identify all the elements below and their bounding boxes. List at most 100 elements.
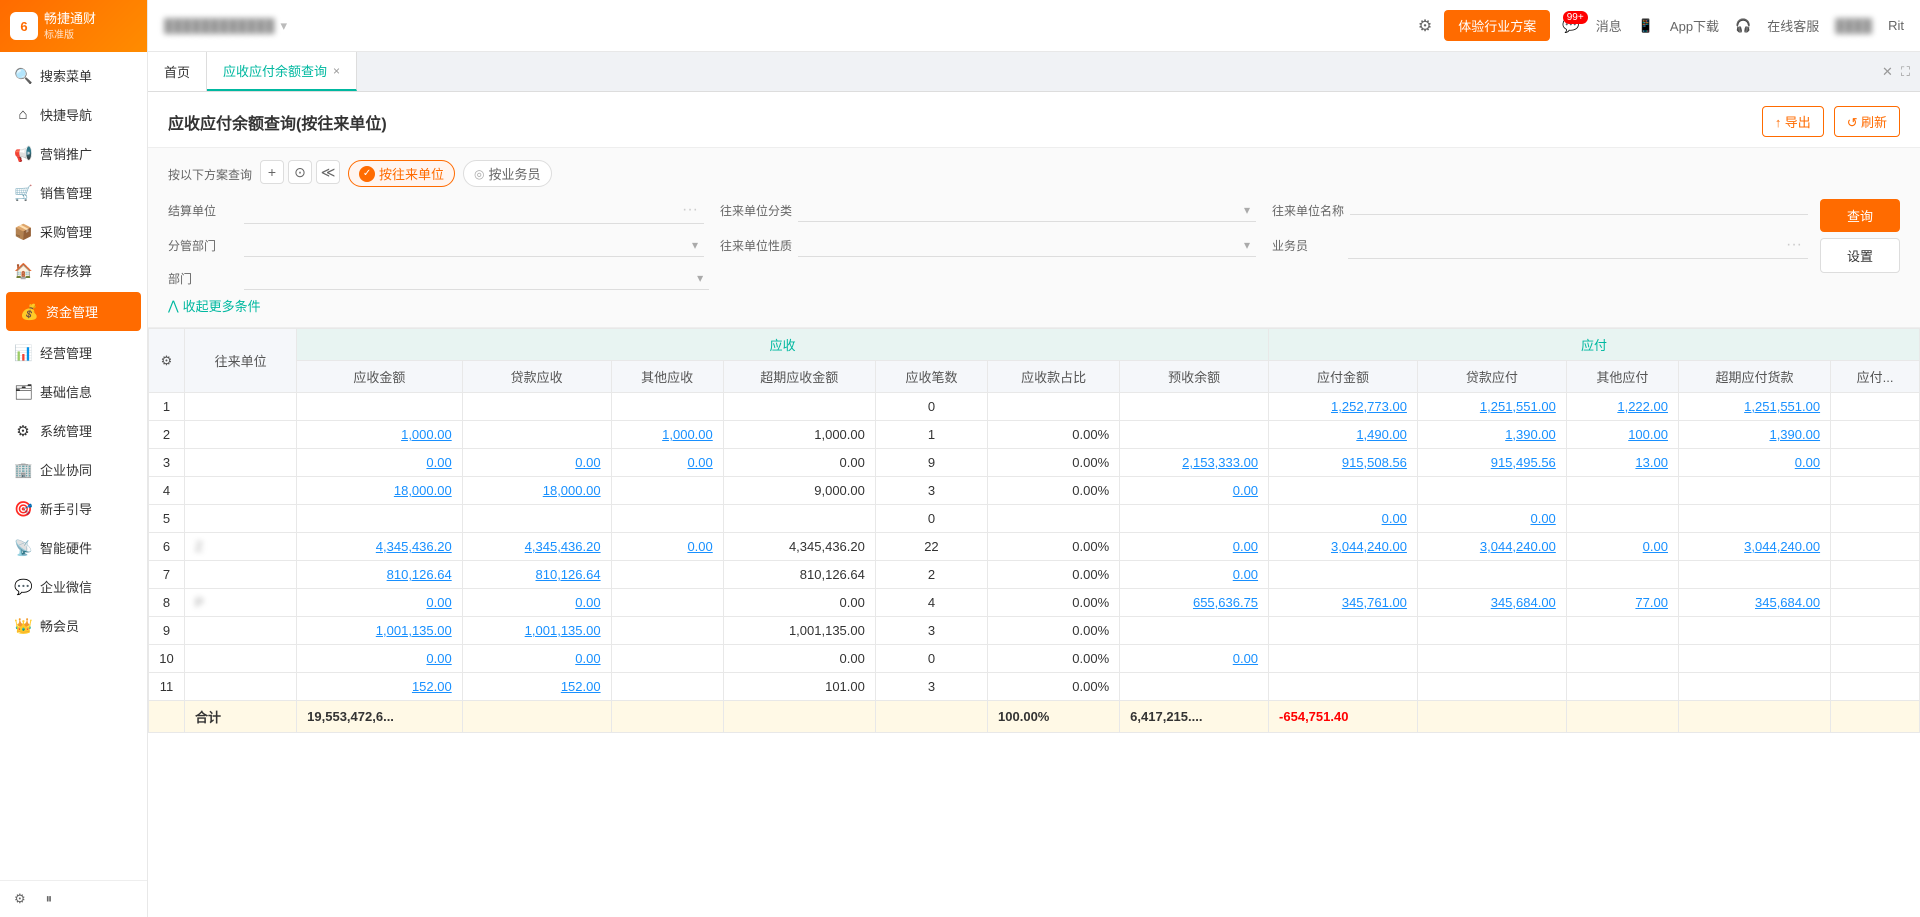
table-cell[interactable] — [1120, 617, 1269, 645]
table-cell[interactable]: 1,001,135.00 — [462, 617, 611, 645]
table-cell[interactable] — [1417, 561, 1566, 589]
table-cell[interactable]: 1,252,773.00 — [1269, 393, 1418, 421]
sidebar-item-operations[interactable]: 📊 经营管理 — [0, 333, 147, 372]
sidebar-item-search[interactable]: 🔍 搜索菜单 — [0, 56, 147, 95]
table-cell[interactable] — [1566, 645, 1678, 673]
table-cell[interactable] — [1269, 617, 1418, 645]
table-cell[interactable]: 100.00 — [1566, 421, 1678, 449]
table-cell[interactable]: 0.00 — [462, 645, 611, 673]
table-cell[interactable]: 915,508.56 — [1269, 449, 1418, 477]
sidebar-item-marketing[interactable]: 📢 营销推广 — [0, 134, 147, 173]
table-cell[interactable] — [1417, 477, 1566, 505]
table-cell[interactable]: 0.00 — [1120, 561, 1269, 589]
sidebar-item-enterprise[interactable]: 🏢 企业协同 — [0, 450, 147, 489]
schema-by-partner[interactable]: ✓ 按往来单位 — [348, 160, 455, 187]
table-cell[interactable]: 0.00 — [297, 645, 463, 673]
table-cell[interactable]: 810,126.64 — [297, 561, 463, 589]
table-cell[interactable]: 0.00 — [297, 449, 463, 477]
table-cell[interactable] — [1120, 673, 1269, 701]
table-cell[interactable] — [462, 393, 611, 421]
table-cell[interactable]: 915,495.56 — [1417, 449, 1566, 477]
tab-close-icon[interactable]: × — [333, 64, 340, 78]
schema-by-salesman[interactable]: ◎ 按业务员 — [463, 160, 552, 187]
tab-arap[interactable]: 应收应付余额查询 × — [207, 52, 357, 91]
table-cell[interactable]: 13.00 — [1566, 449, 1678, 477]
partnercat-input[interactable]: ▾ — [798, 199, 1256, 222]
company-input[interactable]: ··· — [244, 197, 704, 224]
table-cell[interactable]: 1,000.00 — [611, 421, 723, 449]
set-btn[interactable]: 设置 — [1820, 238, 1900, 273]
table-cell[interactable] — [611, 477, 723, 505]
table-cell[interactable]: 0.00 — [611, 449, 723, 477]
close-icon[interactable]: ✕ — [1882, 64, 1893, 80]
table-cell[interactable] — [611, 589, 723, 617]
table-cell[interactable] — [297, 393, 463, 421]
table-cell[interactable] — [462, 505, 611, 533]
dept-input[interactable]: ▾ — [244, 234, 704, 257]
app-download-icon[interactable]: 📱 — [1638, 18, 1654, 34]
table-cell[interactable] — [1678, 617, 1830, 645]
sidebar-item-guide[interactable]: 🎯 新手引导 — [0, 489, 147, 528]
table-cell[interactable] — [1120, 393, 1269, 421]
table-cell[interactable] — [1120, 505, 1269, 533]
table-cell[interactable] — [1417, 645, 1566, 673]
table-cell[interactable]: 1,000.00 — [297, 421, 463, 449]
table-cell[interactable] — [1566, 673, 1678, 701]
table-cell[interactable] — [1269, 673, 1418, 701]
table-cell[interactable]: 1,222.00 — [1566, 393, 1678, 421]
table-cell[interactable]: 152.00 — [297, 673, 463, 701]
salesman-input[interactable]: ··· — [1348, 232, 1808, 259]
table-cell[interactable]: 0.00 — [1120, 533, 1269, 561]
collapse-icon[interactable]: ⏸ — [46, 891, 53, 907]
table-cell[interactable]: 345,761.00 — [1269, 589, 1418, 617]
table-cell[interactable] — [611, 673, 723, 701]
table-cell[interactable]: 0.00 — [1120, 645, 1269, 673]
table-cell[interactable] — [1566, 505, 1678, 533]
sidebar-item-hardware[interactable]: 📡 智能硬件 — [0, 528, 147, 567]
table-cell[interactable]: 0.00 — [611, 533, 723, 561]
table-cell[interactable]: 152.00 — [462, 673, 611, 701]
tab-home[interactable]: 首页 — [148, 52, 207, 91]
table-cell[interactable]: 77.00 — [1566, 589, 1678, 617]
table-cell[interactable]: 3,044,240.00 — [1678, 533, 1830, 561]
solution-btn[interactable]: 体验行业方案 — [1444, 10, 1550, 41]
table-cell[interactable] — [1566, 477, 1678, 505]
table-cell[interactable] — [1678, 477, 1830, 505]
table-cell[interactable] — [1269, 561, 1418, 589]
table-cell[interactable]: 0.00 — [1417, 505, 1566, 533]
table-cell[interactable] — [1269, 645, 1418, 673]
settings-icon[interactable]: ⚙ — [14, 891, 26, 907]
table-cell[interactable]: 0.00 — [297, 589, 463, 617]
table-cell[interactable]: 1,390.00 — [1417, 421, 1566, 449]
sidebar-item-quicknav[interactable]: ⌂ 快捷导航 — [0, 95, 147, 134]
table-cell[interactable] — [1269, 477, 1418, 505]
table-cell[interactable] — [1678, 645, 1830, 673]
app-download-label[interactable]: App下载 — [1670, 16, 1719, 35]
table-cell[interactable] — [1678, 505, 1830, 533]
add-schema-btn[interactable]: + — [260, 160, 284, 184]
table-cell[interactable]: 18,000.00 — [462, 477, 611, 505]
table-cell[interactable]: 0.00 — [462, 589, 611, 617]
table-area[interactable]: ⚙ 往来单位 应收 应付 应收金额 贷款应收 其他应收 超期应收金额 应收笔数 … — [148, 328, 1920, 917]
table-cell[interactable] — [462, 421, 611, 449]
table-cell[interactable]: 345,684.00 — [1417, 589, 1566, 617]
subdept-input[interactable]: ▾ — [244, 267, 709, 290]
table-cell[interactable]: 1,490.00 — [1269, 421, 1418, 449]
partnernature-input[interactable]: ▾ — [798, 234, 1256, 257]
salesman-dots-icon[interactable]: ··· — [1786, 236, 1802, 254]
table-cell[interactable] — [1417, 617, 1566, 645]
table-cell[interactable]: 655,636.75 — [1120, 589, 1269, 617]
message-btn[interactable]: 💬 99+ — [1562, 17, 1579, 34]
expand-icon[interactable]: ⛶ — [1901, 64, 1910, 80]
table-cell[interactable] — [611, 645, 723, 673]
table-cell[interactable] — [1678, 673, 1830, 701]
sidebar-item-member[interactable]: 👑 畅会员 — [0, 606, 147, 645]
online-service-icon[interactable]: 🎧 — [1735, 18, 1751, 34]
table-cell[interactable] — [611, 617, 723, 645]
table-cell[interactable] — [611, 561, 723, 589]
user-avatar[interactable]: ████ — [1835, 18, 1872, 33]
company-dots-icon[interactable]: ··· — [682, 201, 698, 219]
sidebar-item-baseinfo[interactable]: 🗂 基础信息 — [0, 372, 147, 411]
table-cell[interactable] — [611, 393, 723, 421]
table-cell[interactable] — [297, 505, 463, 533]
